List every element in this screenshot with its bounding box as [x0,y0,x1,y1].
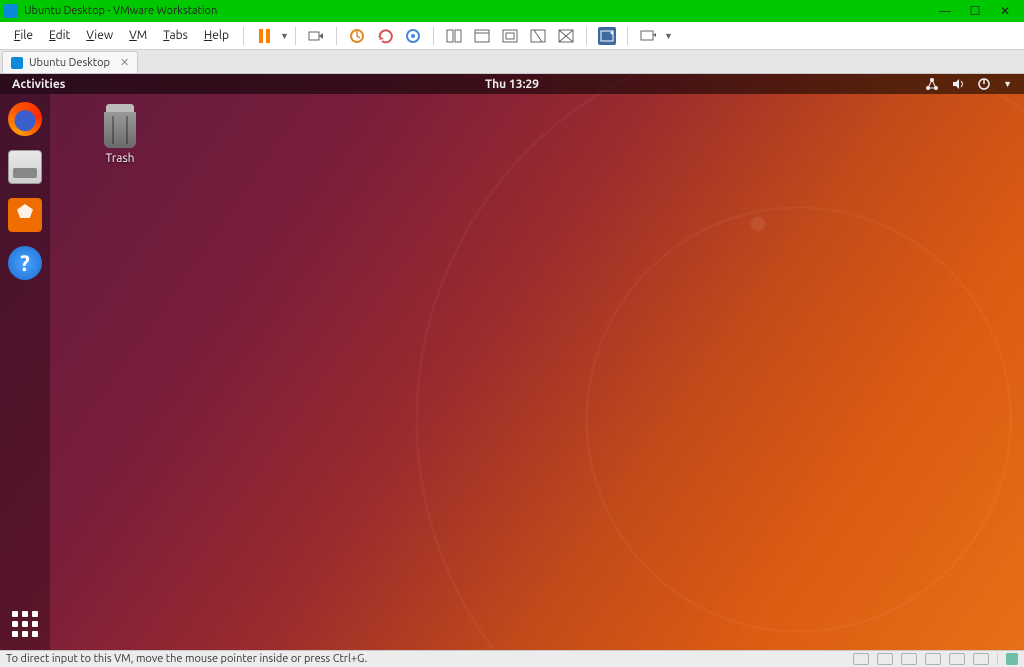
fullscreen-button[interactable] [598,27,616,45]
sound-icon[interactable] [949,653,965,665]
volume-icon [951,77,965,91]
vm-icon [11,57,23,69]
dock-software[interactable] [8,198,42,232]
status-bar: To direct input to this VM, move the mou… [0,650,1024,667]
status-hint: To direct input to this VM, move the mou… [6,653,367,665]
messages-icon[interactable] [1006,653,1018,665]
cd-icon[interactable] [877,653,893,665]
close-button[interactable]: ✕ [990,4,1020,18]
separator-icon [243,27,244,45]
unity-button[interactable] [529,27,547,45]
menu-view[interactable]: View [78,25,121,46]
separator-icon [433,27,434,45]
network-icon [925,77,939,91]
menu-help[interactable]: Help [196,25,237,46]
snapshot-revert-button[interactable] [376,27,394,45]
separator-icon [627,27,628,45]
cycle-multiple-monitors-button[interactable] [639,27,657,45]
vm-tab[interactable]: Ubuntu Desktop ✕ [2,51,138,73]
menu-vm[interactable]: VM [121,25,155,46]
chevron-down-icon: ▼ [1003,79,1012,89]
gnome-top-bar: Activities Thu 13:29 ▼ [0,74,1024,94]
vm-tab-title: Ubuntu Desktop [29,57,110,69]
usb-icon[interactable] [925,653,941,665]
dock-firefox[interactable] [8,102,42,136]
chevron-down-icon[interactable]: ▼ [280,31,289,41]
dock-files[interactable] [8,150,42,184]
trash-desktop-item[interactable]: Trash [80,104,160,165]
snapshot-take-button[interactable] [348,27,366,45]
minimize-button[interactable]: — [930,5,960,18]
desktop-area[interactable]: Trash [60,104,1024,650]
close-tab-button[interactable]: ✕ [120,56,129,69]
show-applications-button[interactable] [11,610,39,638]
menubar: File Edit View VM Tabs Help ▼ ▼ [0,22,1024,50]
net-adapter-icon[interactable] [901,653,917,665]
menu-tabs[interactable]: Tabs [155,25,196,46]
tray-separator [997,653,998,665]
vmware-logo-icon [4,4,18,18]
device-tray [853,653,1018,665]
separator-icon [336,27,337,45]
host-titlebar: Ubuntu Desktop - VMware Workstation — ☐ … [0,0,1024,22]
trash-icon [100,104,140,148]
menu-file[interactable]: File [6,25,41,46]
dock [0,94,50,650]
printer-icon[interactable] [973,653,989,665]
pause-vm-button[interactable] [255,27,273,45]
trash-label: Trash [80,152,160,165]
maximize-button[interactable]: ☐ [960,4,990,18]
hdd-icon[interactable] [853,653,869,665]
pause-icon [259,29,270,43]
snapshot-manage-button[interactable] [404,27,422,45]
separator-icon [586,27,587,45]
separator-icon [295,27,296,45]
guest-desktop[interactable]: Activities Thu 13:29 ▼ Trash [0,74,1024,650]
host-title: Ubuntu Desktop - VMware Workstation [24,5,217,17]
fit-window-button[interactable] [473,27,491,45]
chevron-down-icon[interactable]: ▼ [664,31,673,41]
menu-edit[interactable]: Edit [41,25,78,46]
clock-button[interactable]: Thu 13:29 [485,78,539,91]
tab-bar: Ubuntu Desktop ✕ [0,50,1024,74]
system-tray[interactable]: ▼ [925,77,1012,91]
power-icon [977,77,991,91]
fit-guest-button[interactable] [445,27,463,45]
dock-help[interactable] [8,246,42,280]
activities-button[interactable]: Activities [12,78,65,91]
exclusive-button[interactable] [557,27,575,45]
send-ctrl-alt-del-button[interactable] [307,27,325,45]
stretch-button[interactable] [501,27,519,45]
